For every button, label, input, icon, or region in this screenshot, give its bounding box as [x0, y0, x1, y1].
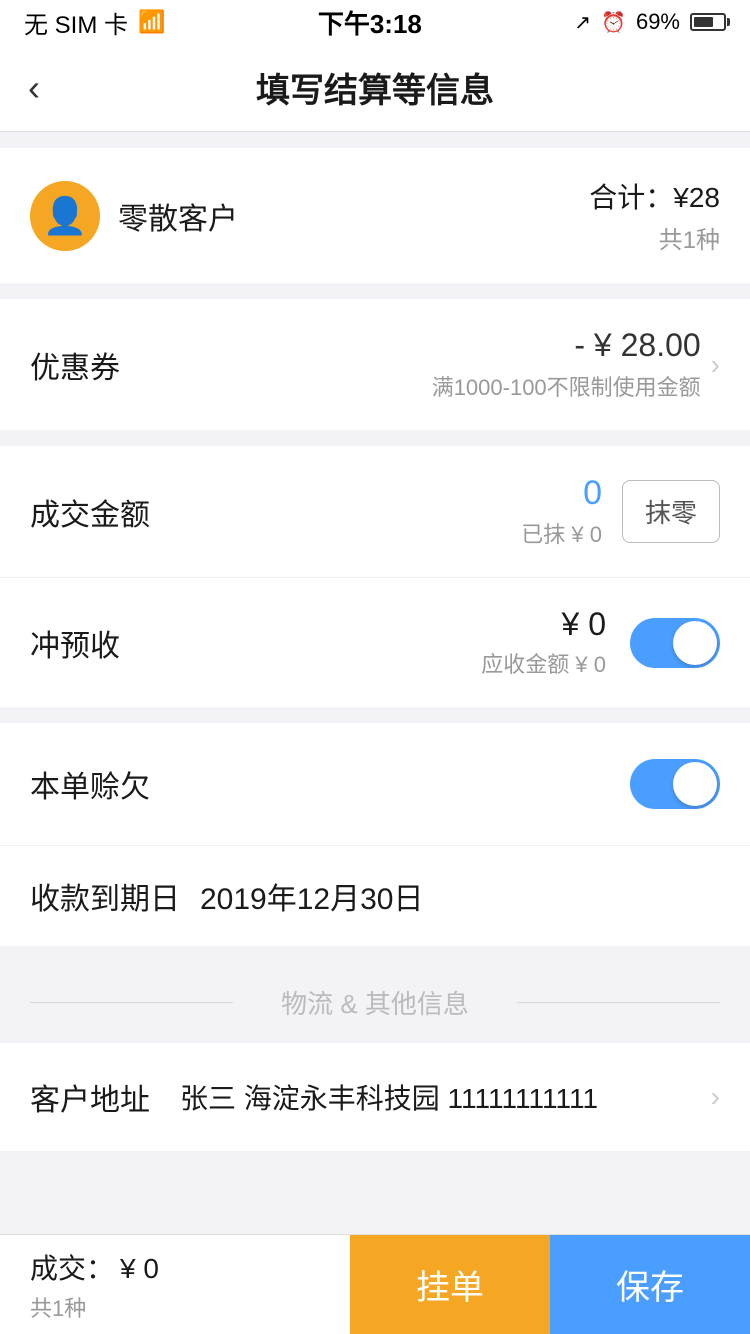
coupon-description: 满1000-100不限制使用金额 [432, 370, 701, 402]
battery-icon [690, 13, 726, 31]
page-title: 填写结算等信息 [256, 63, 494, 112]
save-button-label: 保存 [616, 1260, 684, 1309]
prepayment-amount-col: ¥ 0 应收金额 ¥ 0 [481, 606, 606, 679]
prepayment-toggle[interactable] [630, 618, 720, 668]
address-row[interactable]: 客户地址 张三 海淀永丰科技园 11111111111 › [0, 1043, 750, 1151]
logistics-header-wrapper: 物流 & 其他信息 [0, 962, 750, 1043]
nav-bar: ‹ 填写结算等信息 [0, 44, 750, 132]
address-section: 客户地址 张三 海淀永丰科技园 11111111111 › [0, 1043, 750, 1151]
battery-label: 69% [636, 9, 680, 35]
bottom-deal-value: ¥ 0 [120, 1253, 159, 1285]
credit-section: 本单赊欠 收款到期日 2019年12月30日 [0, 723, 750, 946]
customer-info: 👤 零散客户 [30, 181, 238, 251]
status-time: 下午3:18 [318, 4, 422, 41]
transaction-value-col: 0 已抹 ¥ 0 [521, 474, 602, 549]
wifi-icon: 📶 [138, 9, 165, 35]
credit-row: 本单赊欠 [0, 723, 750, 845]
due-date-value: 2019年12月30日 [200, 874, 423, 918]
coupon-section: 优惠券 - ¥ 28.00 满1000-100不限制使用金额 › [0, 299, 750, 430]
back-button[interactable]: ‹ [28, 67, 40, 109]
bottom-summary: 成交： ¥ 0 共1种 [0, 1247, 350, 1323]
total-amount-label: 合计：¥28 [589, 176, 720, 216]
logistics-label: 物流 & 其他信息 [281, 984, 469, 1021]
prepayment-right: ¥ 0 应收金额 ¥ 0 [481, 606, 720, 679]
due-date-label: 收款到期日 [30, 874, 180, 918]
transaction-sub: 已抹 ¥ 0 [521, 517, 602, 549]
customer-section: 👤 零散客户 合计：¥28 共1种 [0, 148, 750, 283]
coupon-discount: - ¥ 28.00 [432, 327, 701, 364]
credit-label: 本单赊欠 [30, 762, 150, 806]
coupon-label: 优惠券 [30, 343, 120, 387]
prepayment-sub: 应收金额 ¥ 0 [481, 647, 606, 679]
status-bar: 无 SIM 卡 📶 下午3:18 ↗ ⏰ 69% [0, 0, 750, 44]
address-label: 客户地址 [30, 1075, 150, 1119]
avatar-icon: 👤 [43, 195, 88, 237]
alarm-icon: ⏰ [601, 10, 626, 35]
customer-total: 合计：¥28 共1种 [589, 176, 720, 255]
transaction-section: 成交金额 0 已抹 ¥ 0 抹零 冲预收 ¥ 0 应收金额 ¥ 0 [0, 446, 750, 707]
transaction-right: 0 已抹 ¥ 0 抹零 [521, 474, 720, 549]
round-button[interactable]: 抹零 [622, 480, 720, 543]
transaction-value: 0 [521, 474, 602, 513]
bottom-count: 共1种 [30, 1291, 320, 1323]
coupon-right: - ¥ 28.00 满1000-100不限制使用金额 › [432, 327, 720, 402]
location-icon: ↗ [574, 10, 591, 35]
credit-toggle[interactable] [630, 759, 720, 809]
save-button[interactable]: 保存 [550, 1235, 750, 1334]
status-left: 无 SIM 卡 📶 [24, 5, 165, 40]
hang-button[interactable]: 挂单 [350, 1235, 550, 1334]
customer-row: 👤 零散客户 合计：¥28 共1种 [0, 148, 750, 283]
transaction-amount-row: 成交金额 0 已抹 ¥ 0 抹零 [0, 446, 750, 578]
due-date-row: 收款到期日 2019年12月30日 [0, 846, 750, 946]
bottom-deal-row: 成交： ¥ 0 [30, 1247, 320, 1287]
toggle-knob [673, 621, 717, 665]
total-count-label: 共1种 [589, 220, 720, 255]
logistics-line-right [517, 1002, 720, 1003]
due-date-row-wrapper: 收款到期日 2019年12月30日 [0, 845, 750, 946]
logistics-line-left [30, 1002, 233, 1003]
customer-name: 零散客户 [118, 194, 238, 238]
status-right: ↗ ⏰ 69% [574, 9, 726, 35]
address-chevron-icon: › [711, 1081, 720, 1113]
customer-avatar: 👤 [30, 181, 100, 251]
bottom-deal-label: 成交： [30, 1247, 114, 1287]
carrier-label: 无 SIM 卡 [24, 5, 128, 40]
chevron-right-icon: › [711, 349, 720, 381]
coupon-row[interactable]: 优惠券 - ¥ 28.00 满1000-100不限制使用金额 › [0, 299, 750, 430]
address-value: 张三 海淀永丰科技园 11111111111 [180, 1077, 711, 1117]
bottom-bar: 成交： ¥ 0 共1种 挂单 保存 [0, 1234, 750, 1334]
prepayment-row: 冲预收 ¥ 0 应收金额 ¥ 0 [0, 578, 750, 707]
credit-toggle-knob [673, 762, 717, 806]
logistics-header: 物流 & 其他信息 [0, 962, 750, 1043]
coupon-info: - ¥ 28.00 满1000-100不限制使用金额 [432, 327, 701, 402]
prepayment-amount: ¥ 0 [481, 606, 606, 643]
transaction-label: 成交金额 [30, 490, 150, 534]
hang-button-label: 挂单 [416, 1260, 484, 1309]
prepayment-label: 冲预收 [30, 621, 120, 665]
